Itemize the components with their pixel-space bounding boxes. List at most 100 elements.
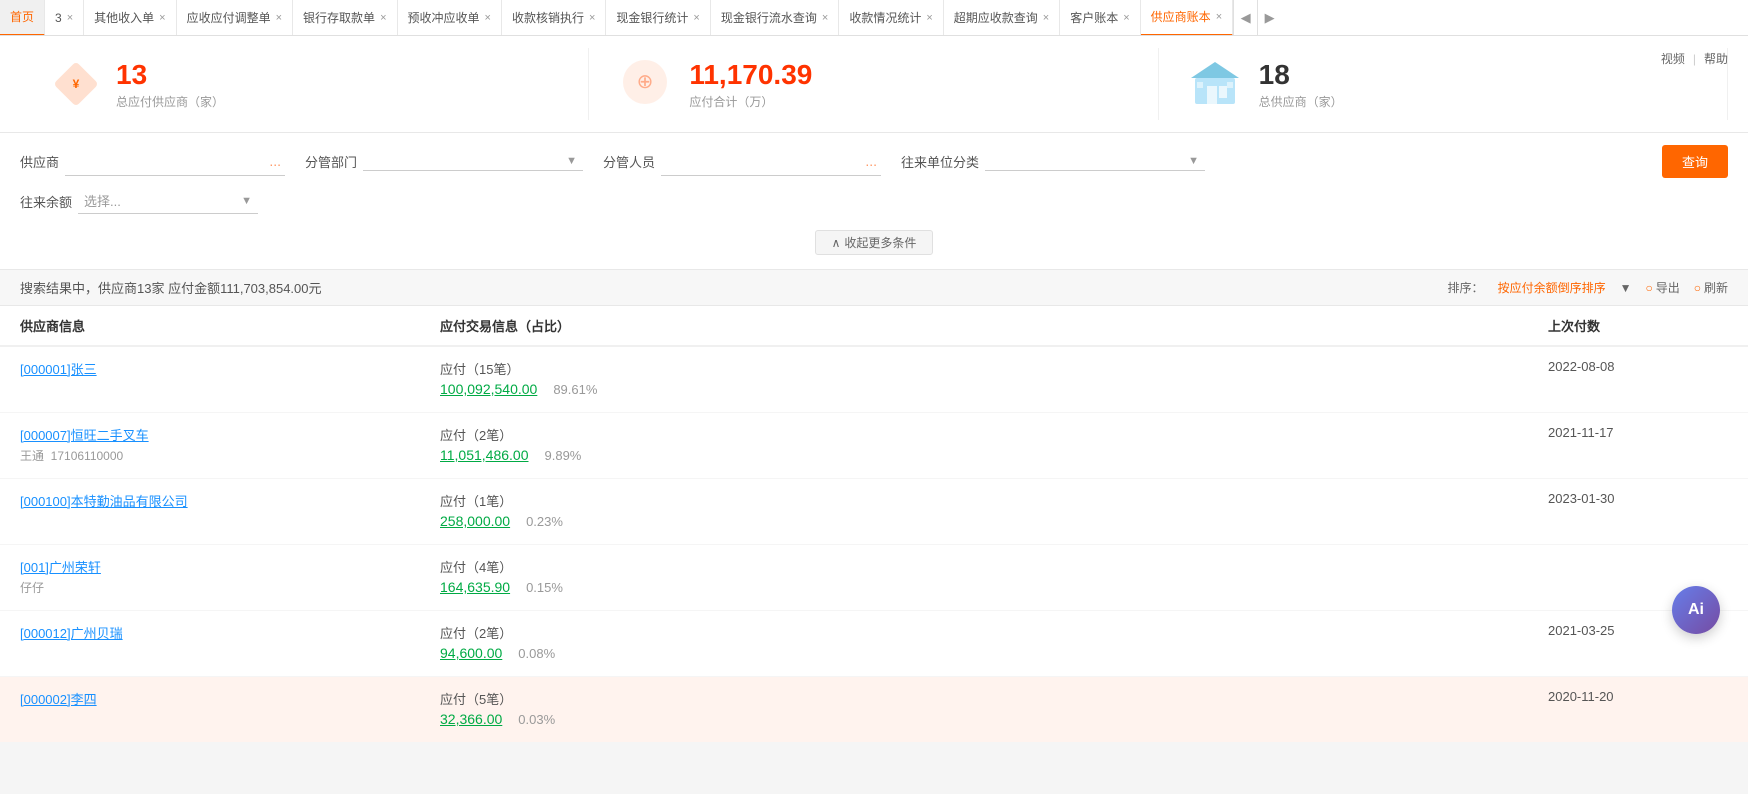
tx-amount-link-row1[interactable]: 100,092,540.00	[440, 381, 537, 397]
tx-amount-link-row2[interactable]: 11,051,486.00	[440, 447, 529, 463]
summary-card-payable-total: ⊕ 11,170.39 应付合计（万）	[589, 48, 1158, 120]
supplier-cell-row3: [000100]本特勤油品有限公司	[20, 491, 440, 510]
supplier-name-row1: [000001]张三	[20, 359, 440, 378]
tab-3[interactable]: 3 ×	[45, 0, 84, 36]
summary-info-payable-total: 11,170.39 应付合计（万）	[689, 58, 812, 111]
export-label[interactable]: 导出	[1656, 279, 1680, 296]
export-button[interactable]: ○ 导出	[1645, 279, 1679, 296]
nav-next-arrow[interactable]: ▶	[1257, 0, 1281, 36]
summary-info-payable-suppliers: 13 总应付供应商（家）	[116, 58, 224, 111]
tab-payable-adjust-label: 应收应付调整单	[187, 9, 271, 26]
tab-home-label: 首页	[10, 8, 34, 25]
tx-amount-row1: 100,092,540.00 89.61%	[440, 381, 1548, 397]
tab-overdue-collect[interactable]: 超期应收款查询 ×	[944, 0, 1060, 36]
tab-customer-account-close[interactable]: ×	[1123, 12, 1129, 24]
supplier-input[interactable]	[69, 151, 269, 172]
refresh-button[interactable]: ○ 刷新	[1694, 279, 1728, 296]
filter-area: 供应商 ... 分管部门 ▼ 分管人员 ... 往来单位分类	[0, 133, 1748, 270]
collapse-button[interactable]: ∧ 收起更多条件	[815, 230, 934, 255]
tab-overdue-collect-close[interactable]: ×	[1043, 12, 1049, 24]
tab-advance-collect-close[interactable]: ×	[485, 12, 491, 24]
tab-cash-bank-flow-close[interactable]: ×	[822, 12, 828, 24]
tx-amount-row2: 11,051,486.00 9.89%	[440, 447, 1548, 463]
tab-3-label: 3	[55, 11, 62, 25]
collapse-label: 收起更多条件	[844, 234, 916, 251]
supplier-name-row3: [000100]本特勤油品有限公司	[20, 491, 440, 510]
tx-row3: 应付（1笔）	[440, 491, 1548, 510]
tab-other-income-close[interactable]: ×	[159, 12, 165, 24]
tx-amount-link-row5[interactable]: 94,600.00	[440, 645, 502, 661]
supplier-name-row4: [001]广州荣轩	[20, 557, 440, 576]
supplier-link-row6[interactable]: [000002]李四	[20, 692, 97, 707]
tab-cash-bank-stat-label: 现金银行统计	[616, 9, 688, 26]
lastpay-cell-row2: 2021-11-17	[1548, 425, 1728, 440]
balance-dropdown[interactable]: 选择... ▼	[78, 188, 258, 214]
tab-customer-account[interactable]: 客户账本 ×	[1060, 0, 1140, 36]
filter-row-2: 往来余额 选择... ▼	[20, 188, 1728, 214]
transaction-cell-row6: 应付（5笔） 32,366.00 0.03%	[440, 689, 1548, 730]
tab-home[interactable]: 首页	[0, 0, 45, 36]
dept-dropdown-arrow: ▼	[566, 155, 577, 167]
tab-advance-collect-label: 预收冲应收单	[408, 9, 480, 26]
ai-assistant-badge[interactable]: Ai	[1672, 586, 1720, 634]
person-input[interactable]	[665, 151, 865, 172]
tx-row2: 应付（2笔）	[440, 425, 1548, 444]
tab-cash-bank-flow[interactable]: 现金银行流水查询 ×	[711, 0, 839, 36]
unit-class-dropdown[interactable]: ▼	[985, 152, 1205, 171]
tab-bank-deposit-label: 银行存取款单	[303, 9, 375, 26]
supplier-cell-row5: [000012]广州贝瑞	[20, 623, 440, 642]
tab-supplier-account-close[interactable]: ×	[1216, 11, 1222, 23]
nav-prev-arrow[interactable]: ◀	[1233, 0, 1257, 36]
supplier-link-row1[interactable]: [000001]张三	[20, 362, 97, 377]
tx-amount-row3: 258,000.00 0.23%	[440, 513, 1548, 529]
tab-receipt-exec-label: 收款核销执行	[512, 9, 584, 26]
tab-payable-adjust[interactable]: 应收应付调整单 ×	[177, 0, 293, 36]
tab-collection-stat-close[interactable]: ×	[926, 12, 932, 24]
sort-value[interactable]: 按应付余额倒序排序	[1498, 279, 1606, 296]
summary-info-total-suppliers: 18 总供应商（家）	[1259, 58, 1343, 111]
tab-cash-bank-stat[interactable]: 现金银行统计 ×	[606, 0, 710, 36]
lastpay-cell-row6: 2020-11-20	[1548, 689, 1728, 704]
tab-bank-deposit[interactable]: 银行存取款单 ×	[293, 0, 397, 36]
supplier-picker-btn[interactable]: ...	[269, 153, 281, 169]
tab-cash-bank-stat-close[interactable]: ×	[693, 12, 699, 24]
tab-supplier-account[interactable]: 供应商账本 ×	[1141, 0, 1233, 36]
video-link[interactable]: 视频	[1661, 50, 1685, 67]
transaction-cell-row3: 应付（1笔） 258,000.00 0.23%	[440, 491, 1548, 532]
tx-amount-link-row6[interactable]: 32,366.00	[440, 711, 502, 727]
tx-amount-link-row3[interactable]: 258,000.00	[440, 513, 510, 529]
tx-amount-link-row4[interactable]: 164,635.90	[440, 579, 510, 595]
supplier-cell-row6: [000002]李四	[20, 689, 440, 708]
tab-collection-stat[interactable]: 收款情况统计 ×	[839, 0, 943, 36]
transaction-cell-row1: 应付（15笔） 100,092,540.00 89.61%	[440, 359, 1548, 400]
refresh-icon: ○	[1694, 281, 1701, 295]
tab-receipt-exec[interactable]: 收款核销执行 ×	[502, 0, 606, 36]
person-filter-label: 分管人员	[603, 152, 655, 171]
refresh-label[interactable]: 刷新	[1704, 279, 1728, 296]
tab-3-close[interactable]: ×	[67, 12, 73, 24]
help-link[interactable]: 帮助	[1704, 50, 1728, 67]
tx-amount-row4: 164,635.90 0.15%	[440, 579, 1548, 595]
query-button[interactable]: 查询	[1662, 145, 1728, 178]
tab-payable-adjust-close[interactable]: ×	[276, 12, 282, 24]
supplier-link-row4[interactable]: [001]广州荣轩	[20, 560, 101, 575]
lastpay-date-row5: 2021-03-25	[1548, 623, 1615, 638]
tab-bank-deposit-close[interactable]: ×	[380, 12, 386, 24]
balance-dropdown-arrow: ▼	[241, 195, 252, 207]
balance-filter-item: 往来余额 选择... ▼	[20, 188, 258, 214]
tab-collection-stat-label: 收款情况统计	[849, 9, 921, 26]
tab-other-income[interactable]: 其他收入单 ×	[84, 0, 176, 36]
person-picker-btn[interactable]: ...	[865, 153, 877, 169]
dept-dropdown[interactable]: ▼	[363, 152, 583, 171]
tab-advance-collect[interactable]: 预收冲应收单 ×	[398, 0, 502, 36]
tx-row4: 应付（4笔）	[440, 557, 1548, 576]
balance-filter-label: 往来余额	[20, 192, 72, 211]
supplier-link-row3[interactable]: [000100]本特勤油品有限公司	[20, 494, 188, 509]
filter-row-1: 供应商 ... 分管部门 ▼ 分管人员 ... 往来单位分类	[20, 145, 1728, 178]
tx-label-row4: 应付（4笔）	[440, 557, 512, 576]
collapse-up-icon: ∧	[832, 236, 841, 250]
dept-filter-label: 分管部门	[305, 152, 357, 171]
supplier-link-row2[interactable]: [000007]恒旺二手叉车	[20, 428, 149, 443]
supplier-link-row5[interactable]: [000012]广州贝瑞	[20, 626, 123, 641]
tab-receipt-exec-close[interactable]: ×	[589, 12, 595, 24]
